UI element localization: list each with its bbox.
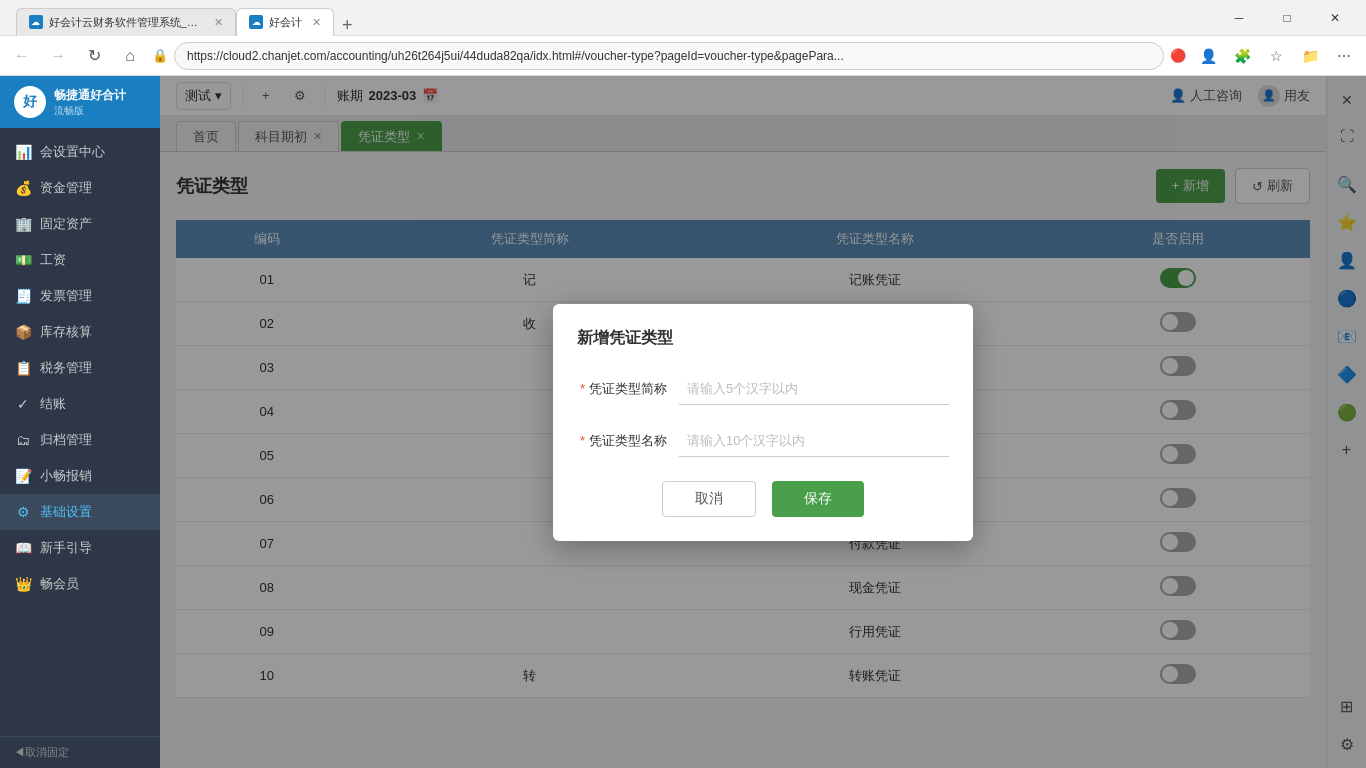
sidebar-item-inventory[interactable]: 📦 库存核算 <box>0 314 160 350</box>
browser-titlebar: ☁ 好会计云财务软件管理系统_会计 ✕ ☁ 好会计 ✕ + ─ □ ✕ <box>0 0 1366 36</box>
name-required: * <box>580 433 585 448</box>
tab-2[interactable]: ☁ 好会计 ✕ <box>236 8 334 36</box>
maximize-button[interactable]: □ <box>1264 3 1310 33</box>
invoice-icon: 🧾 <box>14 287 32 305</box>
sidebar-item-guide[interactable]: 📖 新手引导 <box>0 530 160 566</box>
assets-icon: 🏢 <box>14 215 32 233</box>
star-icon[interactable]: ☆ <box>1262 42 1290 70</box>
sidebar-item-dashboard[interactable]: 📊 会设置中心 <box>0 134 160 170</box>
sidebar-label-tax: 税务管理 <box>40 359 92 377</box>
sidebar-logo: 好 畅捷通好合计 流畅版 <box>0 76 160 128</box>
cancel-label: 取消 <box>695 490 723 506</box>
cancel-button[interactable]: 取消 <box>662 481 756 517</box>
tab-label-2: 好会计 <box>269 15 302 30</box>
archive-icon: 🗂 <box>14 431 32 449</box>
tab-close-2[interactable]: ✕ <box>312 16 321 29</box>
forward-button[interactable]: → <box>44 42 72 70</box>
form-group-short: * 凭证类型简称 <box>577 373 949 405</box>
sidebar-item-invoice[interactable]: 🧾 发票管理 <box>0 278 160 314</box>
short-input[interactable] <box>679 373 949 405</box>
minimize-button[interactable]: ─ <box>1216 3 1262 33</box>
save-button[interactable]: 保存 <box>772 481 864 517</box>
sidebar-item-tax[interactable]: 📋 税务管理 <box>0 350 160 386</box>
sidebar-label-checkout: 结账 <box>40 395 66 413</box>
sidebar-footer[interactable]: ◀取消固定 <box>0 736 160 768</box>
sidebar-label-member: 畅会员 <box>40 575 79 593</box>
sidebar: 好 畅捷通好合计 流畅版 📊 会设置中心 💰 资金管理 🏢 固定资产 💵 <box>0 76 160 768</box>
refresh-button[interactable]: ↻ <box>80 42 108 70</box>
sidebar-item-payroll[interactable]: 💵 工资 <box>0 242 160 278</box>
sidebar-label-assets: 固定资产 <box>40 215 92 233</box>
logo-text-area: 畅捷通好合计 流畅版 <box>54 87 126 118</box>
modal-title: 新增凭证类型 <box>577 328 949 349</box>
sidebar-label-expense: 小畅报销 <box>40 467 92 485</box>
sidebar-item-expense[interactable]: 📝 小畅报销 <box>0 458 160 494</box>
form-group-name: * 凭证类型名称 <box>577 425 949 457</box>
back-button[interactable]: ← <box>8 42 36 70</box>
sidebar-item-finance[interactable]: 💰 资金管理 <box>0 170 160 206</box>
more-icon[interactable]: ⋯ <box>1330 42 1358 70</box>
window-controls: ─ □ ✕ <box>1216 3 1358 33</box>
sidebar-label-archive: 归档管理 <box>40 431 92 449</box>
tab-favicon-1: ☁ <box>29 15 43 29</box>
sidebar-item-member[interactable]: 👑 畅会员 <box>0 566 160 602</box>
sidebar-label-payroll: 工资 <box>40 251 66 269</box>
sidebar-label-inventory: 库存核算 <box>40 323 92 341</box>
expense-icon: 📝 <box>14 467 32 485</box>
checkout-icon: ✓ <box>14 395 32 413</box>
finance-icon: 💰 <box>14 179 32 197</box>
home-button[interactable]: ⌂ <box>116 42 144 70</box>
sidebar-item-settings[interactable]: ⚙ 基础设置 <box>0 494 160 530</box>
tab-favicon-2: ☁ <box>249 15 263 29</box>
close-button[interactable]: ✕ <box>1312 3 1358 33</box>
sidebar-footer-text: ◀取消固定 <box>14 746 69 758</box>
modal-footer: 取消 保存 <box>577 481 949 517</box>
tab-1[interactable]: ☁ 好会计云财务软件管理系统_会计 ✕ <box>16 8 236 36</box>
name-label-text: 凭证类型名称 <box>589 433 667 448</box>
save-label: 保存 <box>804 490 832 506</box>
sidebar-label-invoice: 发票管理 <box>40 287 92 305</box>
short-label: * 凭证类型简称 <box>577 380 667 398</box>
short-required: * <box>580 381 585 396</box>
add-voucher-modal: 新增凭证类型 * 凭证类型简称 * 凭证类型名称 取消 保存 <box>553 304 973 541</box>
sidebar-label-settings: 基础设置 <box>40 503 92 521</box>
tab-bar: ☁ 好会计云财务软件管理系统_会计 ✕ ☁ 好会计 ✕ + <box>16 0 1208 36</box>
sidebar-menu: 📊 会设置中心 💰 资金管理 🏢 固定资产 💵 工资 🧾 发票管理 📦 <box>0 128 160 736</box>
guide-icon: 📖 <box>14 539 32 557</box>
name-input[interactable] <box>679 425 949 457</box>
address-bar: ← → ↻ ⌂ 🔒 🔴 👤 🧩 ☆ 📁 ⋯ <box>0 36 1366 76</box>
sidebar-item-archive[interactable]: 🗂 归档管理 <box>0 422 160 458</box>
inventory-icon: 📦 <box>14 323 32 341</box>
member-icon: 👑 <box>14 575 32 593</box>
payroll-icon: 💵 <box>14 251 32 269</box>
sidebar-label-guide: 新手引导 <box>40 539 92 557</box>
sidebar-item-assets[interactable]: 🏢 固定资产 <box>0 206 160 242</box>
tab-label-1: 好会计云财务软件管理系统_会计 <box>49 15 204 30</box>
extension-icon[interactable]: 🧩 <box>1228 42 1256 70</box>
address-input[interactable] <box>174 42 1164 70</box>
sidebar-item-checkout[interactable]: ✓ 结账 <box>0 386 160 422</box>
profile-icon[interactable]: 👤 <box>1194 42 1222 70</box>
name-label: * 凭证类型名称 <box>577 432 667 450</box>
logo-name: 畅捷通好合计 <box>54 87 126 104</box>
modal-overlay: 新增凭证类型 * 凭证类型简称 * 凭证类型名称 取消 保存 <box>160 76 1366 768</box>
logo-sub: 流畅版 <box>54 104 126 118</box>
tab-close-1[interactable]: ✕ <box>214 16 223 29</box>
collections-icon[interactable]: 📁 <box>1296 42 1324 70</box>
dashboard-icon: 📊 <box>14 143 32 161</box>
tax-icon: 📋 <box>14 359 32 377</box>
new-tab-button[interactable]: + <box>342 15 353 36</box>
settings-icon: ⚙ <box>14 503 32 521</box>
short-label-text: 凭证类型简称 <box>589 381 667 396</box>
address-icons: 👤 🧩 ☆ 📁 ⋯ <box>1194 42 1358 70</box>
sidebar-label-finance: 资金管理 <box>40 179 92 197</box>
sidebar-label-dashboard: 会设置中心 <box>40 143 105 161</box>
logo-icon: 好 <box>14 86 46 118</box>
